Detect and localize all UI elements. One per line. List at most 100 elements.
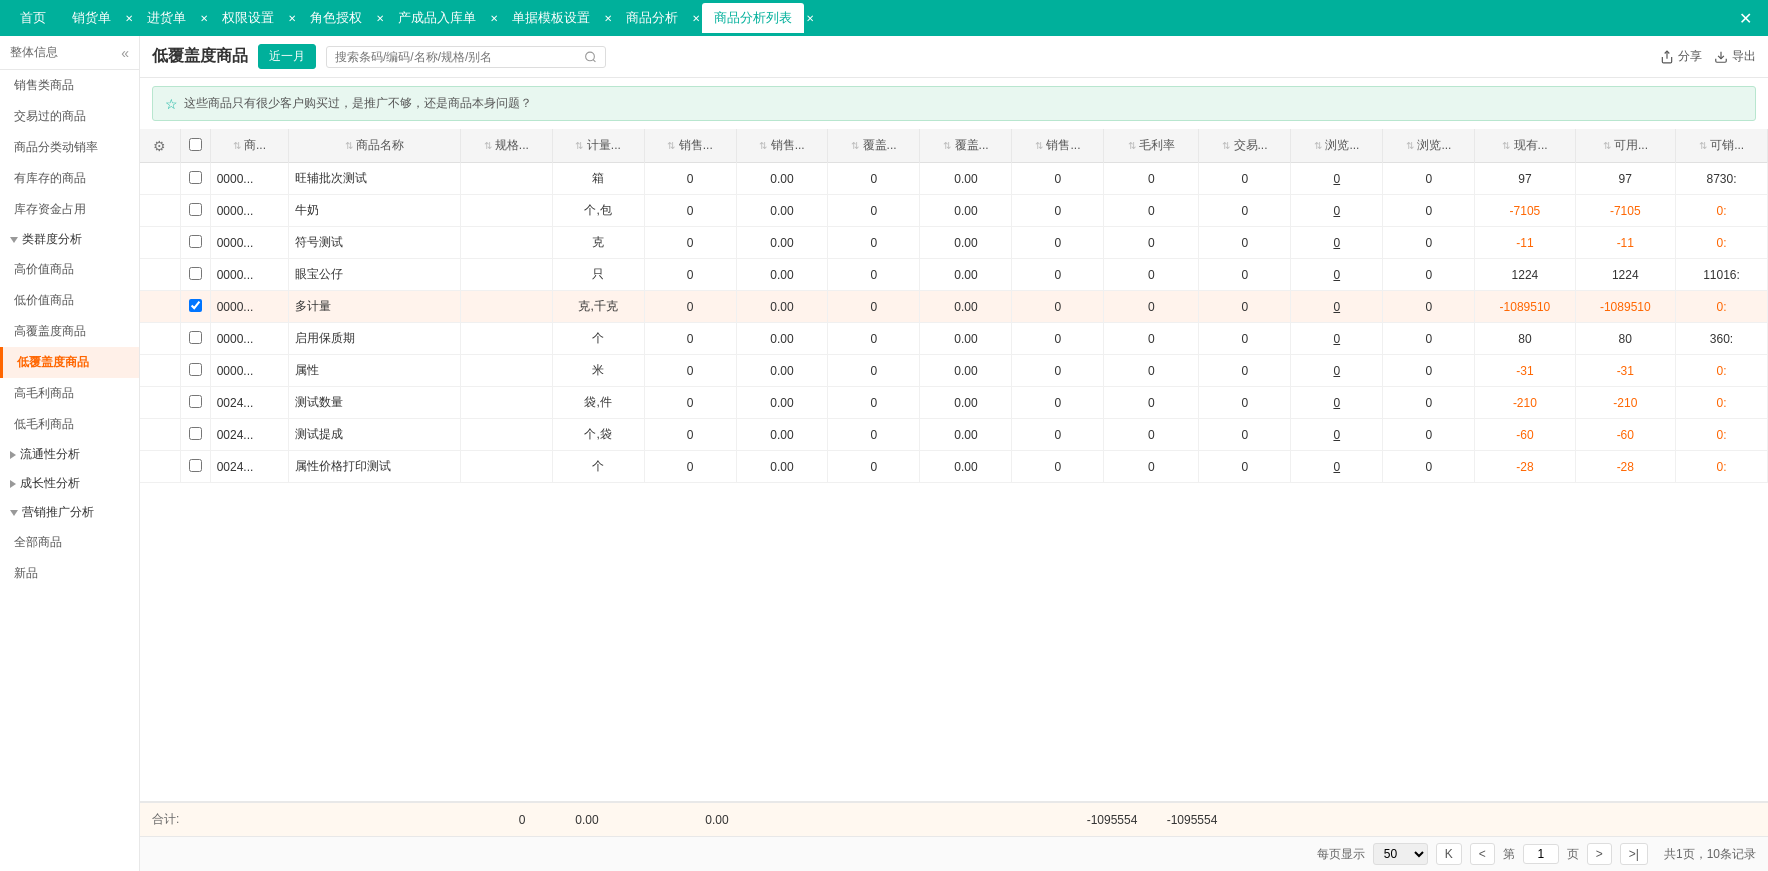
sidebar-item-new-goods[interactable]: 新品	[0, 558, 139, 589]
nav-tab-permission[interactable]: 权限设置 ✕	[210, 3, 296, 33]
nav-analysis-list-close[interactable]: ✕	[806, 13, 814, 24]
sidebar-group-cluster[interactable]: 类群度分析	[0, 225, 139, 254]
row-select-checkbox[interactable]	[189, 299, 202, 312]
row-select-checkbox[interactable]	[189, 427, 202, 440]
filter-recent-month-button[interactable]: 近一月	[258, 44, 316, 69]
row-browse1[interactable]: 0	[1291, 355, 1383, 387]
per-page-select[interactable]: 50 10 20 100	[1373, 843, 1428, 865]
nav-purchase-label[interactable]: 进货单	[135, 3, 198, 33]
table-container[interactable]: ⚙ ⇅ 商... ⇅ 商品名称 ⇅ 规格... ⇅ 计量... ⇅ 销售... …	[140, 129, 1768, 801]
nav-role-close[interactable]: ✕	[376, 13, 384, 24]
row-current: 1224	[1475, 259, 1575, 291]
nav-production-label[interactable]: 产成品入库单	[386, 3, 488, 33]
nav-analysis-label[interactable]: 商品分析	[614, 3, 690, 33]
row-checkbox[interactable]	[180, 163, 210, 195]
row-browse1[interactable]: 0	[1291, 419, 1383, 451]
prev-page-button[interactable]: <	[1470, 843, 1495, 865]
row-gross: 0	[1104, 163, 1199, 195]
nav-tab-role[interactable]: 角色授权 ✕	[298, 3, 384, 33]
sidebar-group-circulation[interactable]: 流通性分析	[0, 440, 139, 469]
row-checkbox[interactable]	[180, 323, 210, 355]
search-input[interactable]	[335, 50, 580, 64]
nav-permission-close[interactable]: ✕	[288, 13, 296, 24]
sidebar-item-high-coverage[interactable]: 高覆盖度商品	[0, 316, 139, 347]
sidebar-item-all-goods[interactable]: 全部商品	[0, 527, 139, 558]
nav-permission-label[interactable]: 权限设置	[210, 3, 286, 33]
row-browse1[interactable]: 0	[1291, 451, 1383, 483]
nav-tab-purchase[interactable]: 进货单 ✕	[135, 3, 208, 33]
sidebar-group-growth[interactable]: 成长性分析	[0, 469, 139, 498]
row-cov1: 0	[828, 419, 920, 451]
nav-production-close[interactable]: ✕	[490, 13, 498, 24]
row-checkbox[interactable]	[180, 355, 210, 387]
row-browse1[interactable]: 0	[1291, 323, 1383, 355]
sidebar-group-marketing[interactable]: 营销推广分析	[0, 498, 139, 527]
sidebar-item-category-rate[interactable]: 商品分类动销率	[0, 132, 139, 163]
nav-tab-template[interactable]: 单据模板设置 ✕	[500, 3, 612, 33]
row-checkbox[interactable]	[180, 195, 210, 227]
nav-template-close[interactable]: ✕	[604, 13, 612, 24]
sidebar-item-low-value[interactable]: 低价值商品	[0, 285, 139, 316]
nav-analysis-list-label[interactable]: 商品分析列表	[702, 3, 804, 33]
nav-analysis-close[interactable]: ✕	[692, 13, 700, 24]
first-page-button[interactable]: K	[1436, 843, 1462, 865]
row-browse1[interactable]: 0	[1291, 387, 1383, 419]
col-settings[interactable]: ⚙	[140, 129, 180, 163]
sidebar-item-traded-goods[interactable]: 交易过的商品	[0, 101, 139, 132]
nav-template-label[interactable]: 单据模板设置	[500, 3, 602, 33]
nav-tab-sales[interactable]: 销货单 ✕	[60, 3, 133, 33]
window-close-icon[interactable]: ✕	[1731, 5, 1760, 32]
row-code: 0024...	[210, 387, 288, 419]
row-browse1[interactable]: 0	[1291, 259, 1383, 291]
row-checkbox[interactable]	[180, 259, 210, 291]
nav-tab-production[interactable]: 产成品入库单 ✕	[386, 3, 498, 33]
sidebar-item-low-coverage[interactable]: 低覆盖度商品	[0, 347, 139, 378]
row-code: 0000...	[210, 163, 288, 195]
sidebar-collapse-button[interactable]: «	[121, 45, 129, 61]
row-checkbox[interactable]	[180, 227, 210, 259]
row-cov1: 0	[828, 355, 920, 387]
sidebar-item-stock-goods[interactable]: 有库存的商品	[0, 163, 139, 194]
row-checkbox[interactable]	[180, 291, 210, 323]
nav-tab-analysis-list[interactable]: 商品分析列表 ✕	[702, 3, 814, 33]
share-button[interactable]: 分享	[1660, 48, 1702, 65]
sidebar-item-high-profit[interactable]: 高毛利商品	[0, 378, 139, 409]
row-checkbox[interactable]	[180, 387, 210, 419]
row-checkbox[interactable]	[180, 419, 210, 451]
nav-home-label[interactable]: 首页	[8, 3, 58, 33]
last-page-button[interactable]: >|	[1620, 843, 1648, 865]
row-select-checkbox[interactable]	[189, 235, 202, 248]
row-browse1[interactable]: 0	[1291, 195, 1383, 227]
search-box[interactable]	[326, 46, 606, 68]
row-select-checkbox[interactable]	[189, 171, 202, 184]
row-cov1: 0	[828, 291, 920, 323]
row-sales-x: 0	[1012, 323, 1104, 355]
export-button[interactable]: 导出	[1714, 48, 1756, 65]
row-select-checkbox[interactable]	[189, 331, 202, 344]
nav-tab-home[interactable]: 首页	[8, 3, 58, 33]
nav-sales-close[interactable]: ✕	[125, 13, 133, 24]
select-all-checkbox[interactable]	[189, 138, 202, 151]
settings-icon[interactable]: ⚙	[153, 138, 166, 154]
row-select-checkbox[interactable]	[189, 363, 202, 376]
row-select-checkbox[interactable]	[189, 203, 202, 216]
export-label: 导出	[1732, 48, 1756, 65]
col-checkbox[interactable]	[180, 129, 210, 163]
sidebar-item-capital[interactable]: 库存资金占用	[0, 194, 139, 225]
sidebar-item-high-value[interactable]: 高价值商品	[0, 254, 139, 285]
sidebar-item-sales-goods[interactable]: 销售类商品	[0, 70, 139, 101]
row-browse1[interactable]: 0	[1291, 291, 1383, 323]
row-browse1[interactable]: 0	[1291, 163, 1383, 195]
row-checkbox[interactable]	[180, 451, 210, 483]
row-browse1[interactable]: 0	[1291, 227, 1383, 259]
next-page-button[interactable]: >	[1587, 843, 1612, 865]
page-input[interactable]	[1523, 844, 1559, 864]
sidebar-item-low-profit[interactable]: 低毛利商品	[0, 409, 139, 440]
row-select-checkbox[interactable]	[189, 267, 202, 280]
nav-role-label[interactable]: 角色授权	[298, 3, 374, 33]
nav-purchase-close[interactable]: ✕	[200, 13, 208, 24]
row-select-checkbox[interactable]	[189, 459, 202, 472]
nav-tab-analysis[interactable]: 商品分析 ✕	[614, 3, 700, 33]
row-select-checkbox[interactable]	[189, 395, 202, 408]
nav-sales-label[interactable]: 销货单	[60, 3, 123, 33]
